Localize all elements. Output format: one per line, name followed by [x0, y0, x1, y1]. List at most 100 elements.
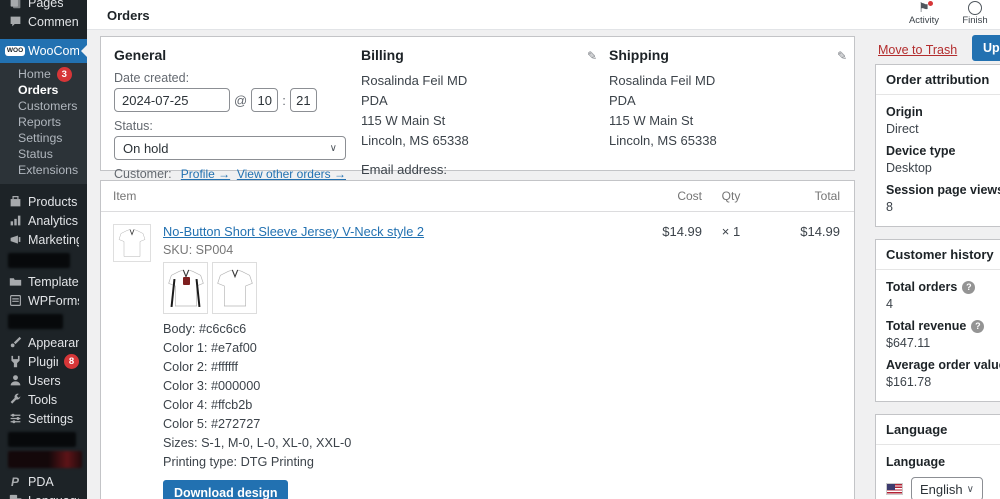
redacted-menu-item [8, 451, 82, 468]
sidebar-item-tools[interactable]: Tools [0, 390, 87, 409]
sidebar-item-users[interactable]: Users [0, 371, 87, 390]
sidebar-item-pages[interactable]: Pages [0, 0, 87, 12]
finish-progress-icon [968, 1, 982, 15]
analytics-icon [8, 214, 22, 228]
item-cost: $14.99 [662, 224, 702, 239]
plugins-count-badge: 8 [64, 354, 79, 369]
activity-notification-dot [928, 1, 933, 6]
right-sidebar: Move to Trash Update Order attribution ∧… [875, 30, 1000, 499]
us-flag-icon [886, 483, 903, 495]
total-revenue-label: Total revenue [886, 319, 967, 333]
sidebar-item-orders[interactable]: Orders [0, 82, 87, 98]
profile-link[interactable]: Profile → [181, 167, 230, 181]
activity-flag-icon: ⚑ [918, 0, 930, 15]
aov-label: Average order value [886, 358, 1000, 372]
chevron-down-icon: ∨ [329, 142, 337, 154]
woocommerce-order-edit-page: Pages Comments WOO WooCommerce Home 3 Or… [0, 0, 1000, 499]
sidebar-item-comments[interactable]: Comments [0, 12, 87, 31]
shipping-column: Shipping Rosalinda Feil MD PDA 115 W Mai… [609, 47, 834, 152]
sidebar-item-home[interactable]: Home 3 [0, 66, 87, 82]
minute-input[interactable] [289, 88, 317, 112]
products-icon [8, 195, 22, 209]
sidebar-item-extensions[interactable]: Extensions [0, 162, 87, 178]
redacted-menu-item [8, 253, 70, 268]
redacted-menu-item [8, 432, 76, 447]
sidebar-item-plugins[interactable]: Plugins 8 [0, 352, 87, 371]
col-qty: Qty [721, 189, 741, 203]
sidebar-item-woocommerce[interactable]: WOO WooCommerce [0, 39, 87, 63]
sidebar-item-templates[interactable]: Templates [0, 272, 87, 291]
shipping-address: Rosalinda Feil MD PDA 115 W Main St Linc… [609, 73, 717, 149]
sidebar-item-customers[interactable]: Customers [0, 98, 87, 114]
order-attribution-panel: Order attribution ∧ ∨ Origin Direct Devi… [875, 64, 1000, 227]
order-item-row: No-Button Short Sleeve Jersey V-Neck sty… [101, 212, 854, 499]
view-other-orders-link[interactable]: View other orders → [237, 167, 346, 181]
chest-logo [183, 277, 190, 285]
hour-input[interactable] [251, 88, 279, 112]
sidebar-item-status[interactable]: Status [0, 146, 87, 162]
edit-billing-icon[interactable]: ✎ [587, 49, 597, 63]
total-orders-value: 4 [886, 297, 893, 311]
woocommerce-icon: WOO [4, 44, 26, 58]
marketing-icon [8, 233, 22, 247]
origin-label: Origin [886, 105, 923, 119]
item-qty: × 1 [721, 224, 741, 239]
sidebar-item-settings[interactable]: Settings [0, 130, 87, 146]
date-created-label: Date created: [114, 71, 190, 85]
language-select[interactable]: English ∨ [911, 477, 983, 499]
language-panel: Language ∧ ∨ Language English ∨ [875, 414, 1000, 499]
general-heading: General [114, 47, 167, 63]
sidebar-item-analytics[interactable]: Analytics [0, 211, 87, 230]
move-to-trash-link[interactable]: Move to Trash [878, 43, 957, 57]
pda-icon: P [10, 474, 19, 489]
sidebar-item-products[interactable]: Products [0, 192, 87, 211]
languages-icon [8, 494, 22, 499]
sidebar-item-reports[interactable]: Reports [0, 114, 87, 130]
help-icon[interactable]: ? [962, 280, 976, 294]
product-link[interactable]: No-Button Short Sleeve Jersey V-Neck sty… [163, 224, 424, 239]
order-items-panel: Item Cost Qty Total No-Button Short Slee… [100, 180, 855, 499]
help-icon[interactable]: ? [971, 319, 985, 333]
session-page-views-value: 8 [886, 200, 893, 214]
date-created-input[interactable] [114, 88, 230, 112]
total-orders-label: Total orders [886, 280, 958, 294]
order-data-panel: General Date created: @ : Status: On hol… [100, 36, 855, 238]
device-type-label: Device type [886, 144, 956, 158]
sidebar-item-marketing[interactable]: Marketing [0, 230, 87, 249]
session-page-views-label: Session page views [886, 183, 1000, 197]
origin-value: Direct [886, 122, 919, 136]
woocommerce-submenu: Home 3 Orders Customers Reports Settings… [0, 63, 87, 184]
wpforms-icon [8, 294, 22, 308]
templates-icon [8, 275, 22, 289]
activity-button[interactable]: ⚑ Activity [904, 0, 944, 27]
billing-email-label: Email address: [361, 161, 447, 177]
billing-heading: Billing [361, 47, 404, 63]
settings-icon [8, 412, 22, 426]
page-title: Orders [107, 8, 150, 23]
update-button[interactable]: Update [972, 35, 1000, 61]
sku-label: SKU: [163, 243, 193, 257]
product-thumbnail [113, 224, 151, 262]
device-type-value: Desktop [886, 161, 932, 175]
col-item: Item [113, 189, 137, 203]
admin-sidebar: Pages Comments WOO WooCommerce Home 3 Or… [0, 0, 87, 499]
chevron-down-icon: ∨ [966, 483, 974, 495]
sidebar-item-settings2[interactable]: Settings [0, 409, 87, 428]
tools-icon [8, 393, 22, 407]
design-preview-front [163, 262, 208, 314]
finish-setup-button[interactable]: Finish [958, 1, 992, 26]
sidebar-item-languages[interactable]: Languages [0, 491, 87, 499]
customer-history-panel: Customer history ∧ ∨ Total orders? 4 Tot… [875, 239, 1000, 402]
download-design-button[interactable]: Download design [163, 480, 289, 499]
customer-label: Customer: [114, 167, 172, 181]
current-menu-arrow [81, 44, 87, 58]
edit-shipping-icon[interactable]: ✎ [837, 49, 847, 63]
status-select[interactable]: On hold ∨ [114, 136, 346, 160]
home-count-badge: 3 [56, 66, 72, 82]
sidebar-item-wpforms[interactable]: WPForms [0, 291, 87, 310]
sidebar-item-pda[interactable]: P PDA [0, 472, 87, 491]
sidebar-item-appearance[interactable]: Appearance [0, 333, 87, 352]
design-preview-back [212, 262, 257, 314]
panel-title: Customer history [886, 247, 994, 262]
panel-title: Order attribution [886, 72, 990, 87]
